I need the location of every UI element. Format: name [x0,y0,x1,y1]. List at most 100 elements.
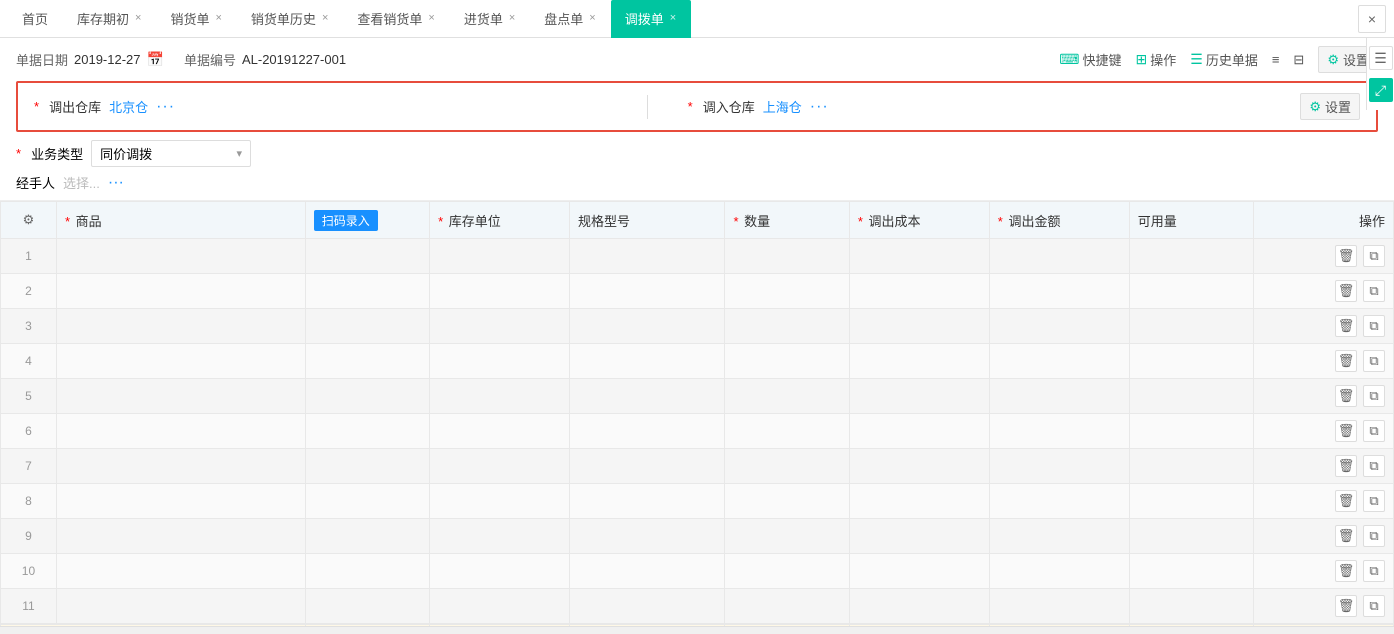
row-spec-8[interactable] [570,484,725,519]
row-spec-1[interactable] [570,239,725,274]
row-unit-6[interactable] [430,414,570,449]
row-delete-6[interactable]: 🗑 [1335,420,1357,442]
tab-sales-history-close[interactable]: × [322,13,328,24]
row-qty-5[interactable] [725,379,849,414]
sidebar-list-icon[interactable]: ☰ [1369,46,1393,70]
row-copy-9[interactable]: ⧉ [1363,525,1385,547]
calendar-icon[interactable]: 📅 [147,51,164,68]
row-unit-8[interactable] [430,484,570,519]
tab-stock-init-close[interactable]: × [135,13,141,24]
row-copy-10[interactable]: ⧉ [1363,560,1385,582]
row-copy-6[interactable]: ⧉ [1363,420,1385,442]
row-cost-5[interactable] [849,379,989,414]
row-goods-1[interactable] [56,239,305,274]
row-unit-3[interactable] [430,309,570,344]
row-delete-9[interactable]: 🗑 [1335,525,1357,547]
tab-sales-history[interactable]: 销货单历史 × [237,0,343,38]
row-spec-3[interactable] [570,309,725,344]
row-copy-8[interactable]: ⧉ [1363,490,1385,512]
row-goods-10[interactable] [56,554,305,589]
row-goods-11[interactable] [56,589,305,625]
row-qty-1[interactable] [725,239,849,274]
row-delete-2[interactable]: 🗑 [1335,280,1357,302]
transfer-in-value[interactable]: 上海仓 [763,97,802,116]
row-qty-11[interactable] [725,589,849,625]
row-amount-10[interactable] [989,554,1129,589]
row-qty-4[interactable] [725,344,849,379]
row-delete-4[interactable]: 🗑 [1335,350,1357,372]
row-spec-9[interactable] [570,519,725,554]
row-delete-3[interactable]: 🗑 [1335,315,1357,337]
tab-inventory[interactable]: 盘点单 × [530,0,610,38]
row-delete-8[interactable]: 🗑 [1335,490,1357,512]
row-copy-2[interactable]: ⧉ [1363,280,1385,302]
row-cost-6[interactable] [849,414,989,449]
warehouse-settings-button[interactable]: ⚙ 设置 [1300,93,1360,120]
row-delete-5[interactable]: 🗑 [1335,385,1357,407]
row-amount-7[interactable] [989,449,1129,484]
row-cost-1[interactable] [849,239,989,274]
row-cost-10[interactable] [849,554,989,589]
tab-home[interactable]: 首页 [8,0,63,38]
row-qty-2[interactable] [725,274,849,309]
tab-stock-init[interactable]: 库存期初 × [63,0,156,38]
tab-inventory-close[interactable]: × [589,13,595,24]
contact-more[interactable]: ··· [108,174,124,192]
row-delete-11[interactable]: 🗑 [1335,595,1357,617]
operations-button[interactable]: ⊞ 操作 [1136,50,1177,69]
row-qty-10[interactable] [725,554,849,589]
row-goods-3[interactable] [56,309,305,344]
row-goods-9[interactable] [56,519,305,554]
row-qty-9[interactable] [725,519,849,554]
row-copy-3[interactable]: ⧉ [1363,315,1385,337]
row-goods-5[interactable] [56,379,305,414]
row-copy-1[interactable]: ⧉ [1363,245,1385,267]
tab-view-sales-close[interactable]: × [428,13,434,24]
row-cost-9[interactable] [849,519,989,554]
row-amount-9[interactable] [989,519,1129,554]
row-spec-6[interactable] [570,414,725,449]
row-amount-5[interactable] [989,379,1129,414]
row-spec-2[interactable] [570,274,725,309]
row-unit-1[interactable] [430,239,570,274]
row-copy-4[interactable]: ⧉ [1363,350,1385,372]
row-copy-5[interactable]: ⧉ [1363,385,1385,407]
window-close-button[interactable]: × [1358,5,1386,33]
row-goods-2[interactable] [56,274,305,309]
row-copy-7[interactable]: ⧉ [1363,455,1385,477]
row-delete-1[interactable]: 🗑 [1335,245,1357,267]
col-settings-header[interactable]: ⚙ [1,202,57,239]
row-qty-8[interactable] [725,484,849,519]
row-spec-5[interactable] [570,379,725,414]
row-unit-7[interactable] [430,449,570,484]
row-unit-5[interactable] [430,379,570,414]
business-type-select[interactable]: 同价调拨 ▾ [91,140,251,167]
tab-transfer[interactable]: 调拨单 × [611,0,691,38]
row-goods-6[interactable] [56,414,305,449]
tab-view-sales[interactable]: 查看销货单 × [343,0,449,38]
row-qty-6[interactable] [725,414,849,449]
row-delete-7[interactable]: 🗑 [1335,455,1357,477]
transfer-in-more[interactable]: ··· [810,98,829,116]
row-cost-8[interactable] [849,484,989,519]
row-unit-9[interactable] [430,519,570,554]
row-cost-3[interactable] [849,309,989,344]
row-cost-2[interactable] [849,274,989,309]
doc-date-value[interactable]: 2019-12-27 [74,52,141,67]
view-toggle-2[interactable]: ⊟ [1293,52,1304,68]
row-amount-2[interactable] [989,274,1129,309]
row-copy-11[interactable]: ⧉ [1363,595,1385,617]
tab-sales-order[interactable]: 销货单 × [156,0,236,38]
transfer-out-more[interactable]: ··· [156,98,175,116]
row-spec-10[interactable] [570,554,725,589]
row-goods-8[interactable] [56,484,305,519]
view-toggle-1[interactable]: ≡ [1272,52,1280,67]
history-button[interactable]: ☰ 历史单据 [1190,50,1258,69]
transfer-out-value[interactable]: 北京仓 [109,97,148,116]
row-spec-4[interactable] [570,344,725,379]
row-goods-7[interactable] [56,449,305,484]
row-amount-11[interactable] [989,589,1129,625]
row-amount-8[interactable] [989,484,1129,519]
col-settings-icon[interactable]: ⚙ [17,209,39,231]
tab-purchase-close[interactable]: × [509,13,515,24]
